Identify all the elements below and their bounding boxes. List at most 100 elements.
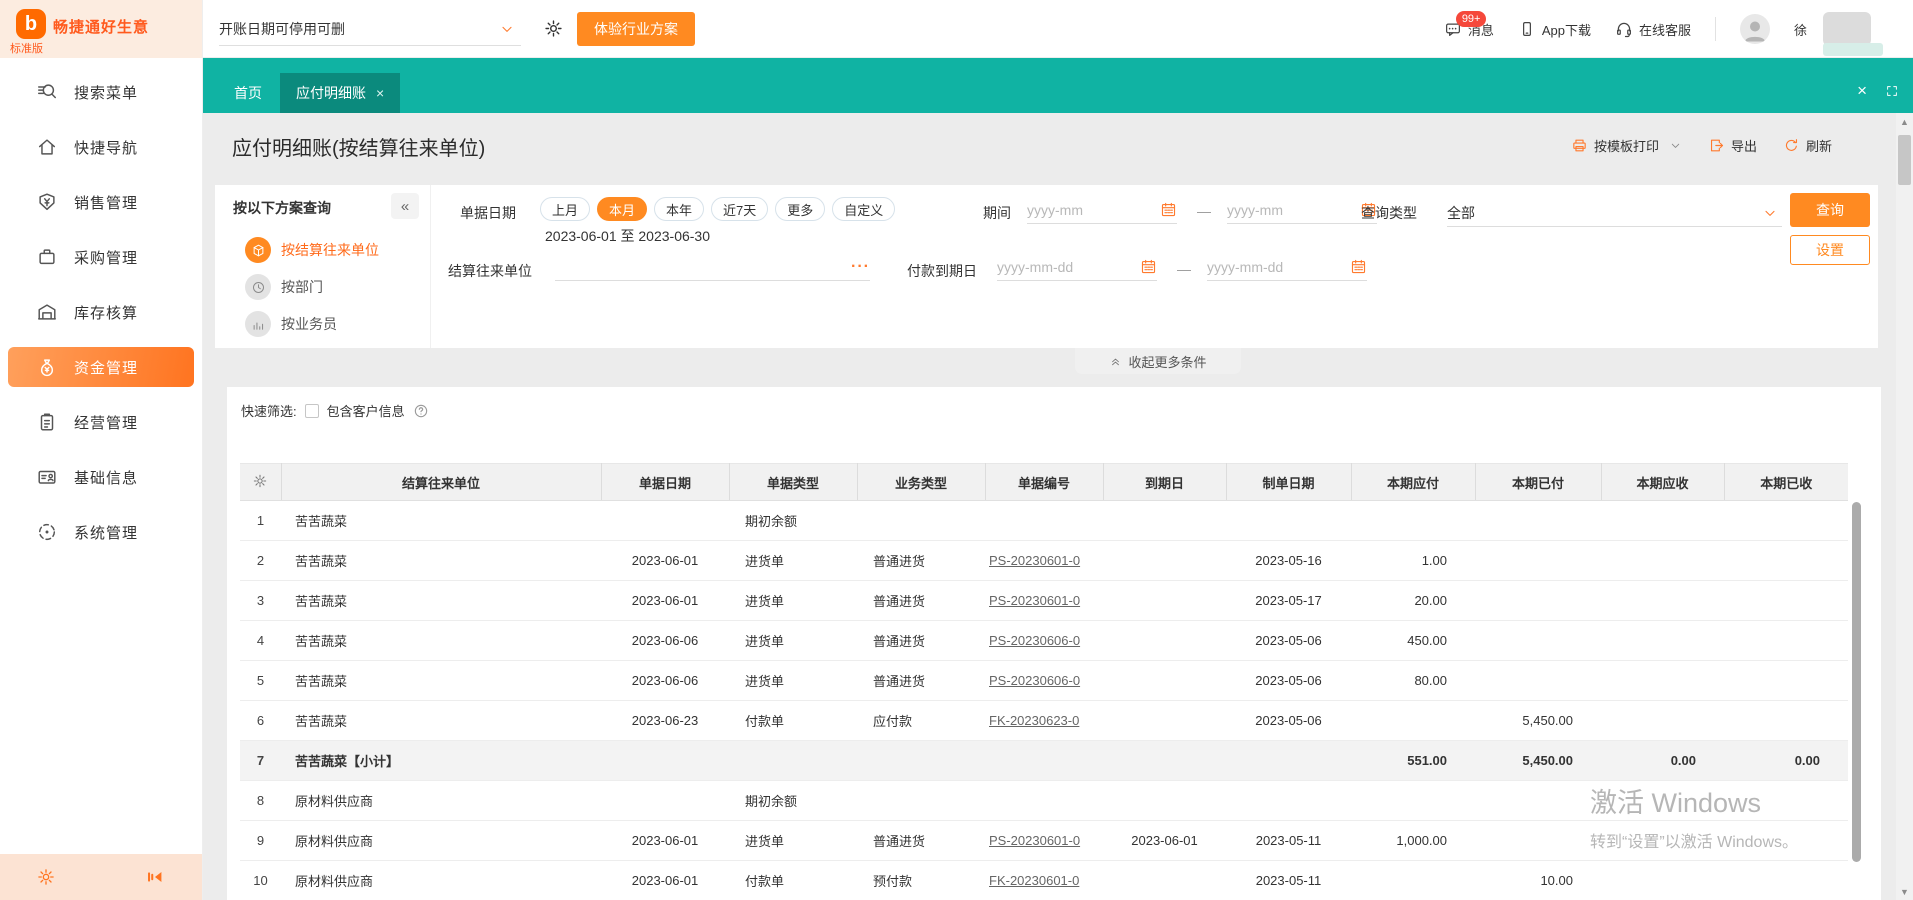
date-pill-本月[interactable]: 本月 — [597, 197, 648, 221]
table-card: 快速筛选: 包含客户信息 结算往来单位 单据日期 单据类型 业务类型 单据编号 到期日 制单… — [227, 387, 1881, 900]
period-from-field — [1027, 196, 1177, 224]
column-settings-gear[interactable] — [240, 463, 282, 501]
doc-no-link[interactable]: PS-20230606-0 — [989, 633, 1080, 648]
sidebar-item-purchase[interactable]: 采购管理 — [8, 237, 194, 277]
settings-button[interactable]: 设置 — [1790, 235, 1870, 265]
due-to-field — [1207, 253, 1367, 281]
cell-biz_type: 普通进货 — [857, 580, 985, 621]
calendar-icon[interactable] — [1350, 258, 1367, 275]
sidebar-item-system[interactable]: 系统管理 — [8, 512, 194, 552]
table-row: 6 苦苦蔬菜 2023-06-23 付款单 应付款 FK-20230623-0 2023-0… — [240, 700, 1848, 741]
doc-no-link[interactable]: PS-20230601-0 — [989, 593, 1080, 608]
include-customer-checkbox[interactable] — [304, 403, 319, 418]
column-header: 单据日期 — [601, 463, 730, 501]
settings-gear-icon[interactable] — [36, 867, 56, 887]
app-download-label: App下载 — [1541, 22, 1591, 38]
date-pill-近7天[interactable]: 近7天 — [711, 197, 769, 221]
tab-首页[interactable]: 首页 — [216, 73, 280, 113]
account-set-select[interactable]: 开账日期可停用可删 — [219, 12, 521, 46]
avatar[interactable] — [1739, 14, 1770, 44]
doc-no-link[interactable]: PS-20230601-0 — [989, 553, 1080, 568]
cell-paid — [1475, 620, 1601, 661]
help-question-icon[interactable] — [413, 403, 429, 419]
window-scrollbar-thumb[interactable] — [1898, 135, 1911, 185]
query-type-value: 全部 — [1447, 204, 1475, 221]
collapse-more-conditions[interactable]: 收起更多条件 — [1075, 348, 1241, 374]
refresh-button[interactable]: 刷新 — [1783, 136, 1832, 155]
sidebar-item-operations[interactable]: 经营管理 — [8, 402, 194, 442]
doc-no-link[interactable]: FK-20230623-0 — [989, 713, 1079, 728]
scroll-down-arrow[interactable]: ▼ — [1896, 883, 1913, 900]
cell-created: 2023-05-06 — [1226, 620, 1351, 661]
chart-icon — [251, 317, 266, 332]
online-support-button[interactable]: 在线客服 — [1615, 20, 1691, 39]
doc-no-link[interactable]: PS-20230601-0 — [989, 833, 1080, 848]
due-to-input[interactable] — [1207, 258, 1350, 275]
sidebar-item-sales[interactable]: 销售管理 — [8, 182, 194, 222]
include-customer-label[interactable]: 包含客户信息 — [327, 401, 405, 420]
period-label: 期间 — [983, 205, 1011, 221]
date-pill-本年[interactable]: 本年 — [654, 197, 705, 221]
query-type-label: 查询类型 — [1361, 205, 1417, 221]
inventory-icon — [36, 301, 58, 323]
scheme-title: 按以下方案查询 — [233, 200, 331, 216]
sidebar-item-funds[interactable]: 资金管理 — [8, 347, 194, 387]
scheme-item-2[interactable]: 按部门 — [245, 274, 323, 300]
period-from-input[interactable] — [1027, 201, 1160, 218]
tab-应付明细账[interactable]: 应付明细账 × — [280, 73, 401, 113]
due-from-input[interactable] — [997, 258, 1140, 275]
sidebar-item-home[interactable]: 快捷导航 — [8, 127, 194, 167]
fullscreen-icon[interactable] — [1885, 84, 1899, 98]
tab-label: 首页 — [234, 85, 262, 101]
close-all-tabs-icon[interactable]: × — [1857, 82, 1867, 99]
export-button[interactable]: 导出 — [1708, 136, 1757, 155]
scroll-up-arrow[interactable]: ▲ — [1896, 113, 1913, 130]
doc-no-link[interactable]: FK-20230601-0 — [989, 873, 1079, 888]
print-by-template-button[interactable]: 按模板打印 — [1571, 136, 1682, 155]
collapse-scheme-button[interactable]: « — [391, 193, 419, 219]
cell-num: 10 — [240, 860, 281, 900]
app-download-button[interactable]: App下载 — [1518, 20, 1591, 39]
sidebar-item-search[interactable]: 搜索菜单 — [8, 72, 194, 112]
table-scrollbar-thumb[interactable] — [1852, 502, 1861, 862]
messages-button[interactable]: 消息 99+ — [1444, 10, 1494, 39]
cell-doc_date: 2023-06-01 — [601, 820, 729, 861]
collapse-sidebar-icon[interactable] — [144, 866, 166, 888]
phone-icon — [1518, 20, 1536, 38]
search-button[interactable]: 查询 — [1790, 193, 1870, 227]
calendar-icon[interactable] — [1140, 258, 1157, 275]
cell-unit: 苦苦蔬菜 — [281, 700, 601, 741]
filter-panel: 按以下方案查询 « 按结算往来单位 按部门 按业务员 单据日期 上月 本月 本年 近7天更… — [215, 185, 1878, 348]
cell-unit: 苦苦蔬菜 — [281, 580, 601, 621]
cell-biz_type: 普通进货 — [857, 660, 985, 701]
cell-payable: 80.00 — [1351, 660, 1475, 701]
app-window: b 畅捷通好生意 标准版 搜索菜单 快捷导航 销售管理 采购管理 库存核算 资金管理 经营管… — [0, 0, 1913, 900]
sidebar-item-inventory[interactable]: 库存核算 — [8, 292, 194, 332]
sidebar-item-label: 库存核算 — [74, 304, 139, 322]
calendar-icon[interactable] — [1160, 201, 1177, 218]
scheme-item-1[interactable]: 按结算往来单位 — [245, 237, 379, 263]
scheme-item-3[interactable]: 按业务员 — [245, 311, 337, 337]
sidebar-item-base-info[interactable]: 基础信息 — [8, 457, 194, 497]
period-to-input[interactable] — [1227, 201, 1360, 218]
cell-paid — [1475, 540, 1601, 581]
gear-icon[interactable] — [252, 473, 268, 489]
page-toolbar: 按模板打印 导出 刷新 — [1571, 136, 1832, 155]
cell-doc_type: 进货单 — [729, 660, 857, 701]
cell-doc_date: 2023-06-23 — [601, 700, 729, 741]
query-type-select[interactable]: 全部 — [1447, 199, 1782, 227]
cell-due_date — [1103, 540, 1226, 581]
date-pill-更多[interactable]: 更多 — [775, 197, 826, 221]
cell-num: 3 — [240, 580, 281, 621]
settle-unit-input[interactable] — [555, 258, 852, 275]
settle-unit-more-button[interactable]: ··· — [851, 258, 870, 276]
sidebar-item-label: 采购管理 — [74, 249, 139, 267]
tab-close-icon[interactable]: × — [376, 85, 384, 101]
trial-industry-button[interactable]: 体验行业方案 — [577, 12, 695, 46]
date-pill-上月[interactable]: 上月 — [540, 197, 591, 221]
topbar-gear-icon[interactable] — [543, 18, 564, 39]
date-pill-自定义[interactable]: 自定义 — [832, 197, 896, 221]
column-header: 本期已付 — [1475, 463, 1602, 501]
cell-received — [1724, 820, 1848, 861]
doc-no-link[interactable]: PS-20230606-0 — [989, 673, 1080, 688]
